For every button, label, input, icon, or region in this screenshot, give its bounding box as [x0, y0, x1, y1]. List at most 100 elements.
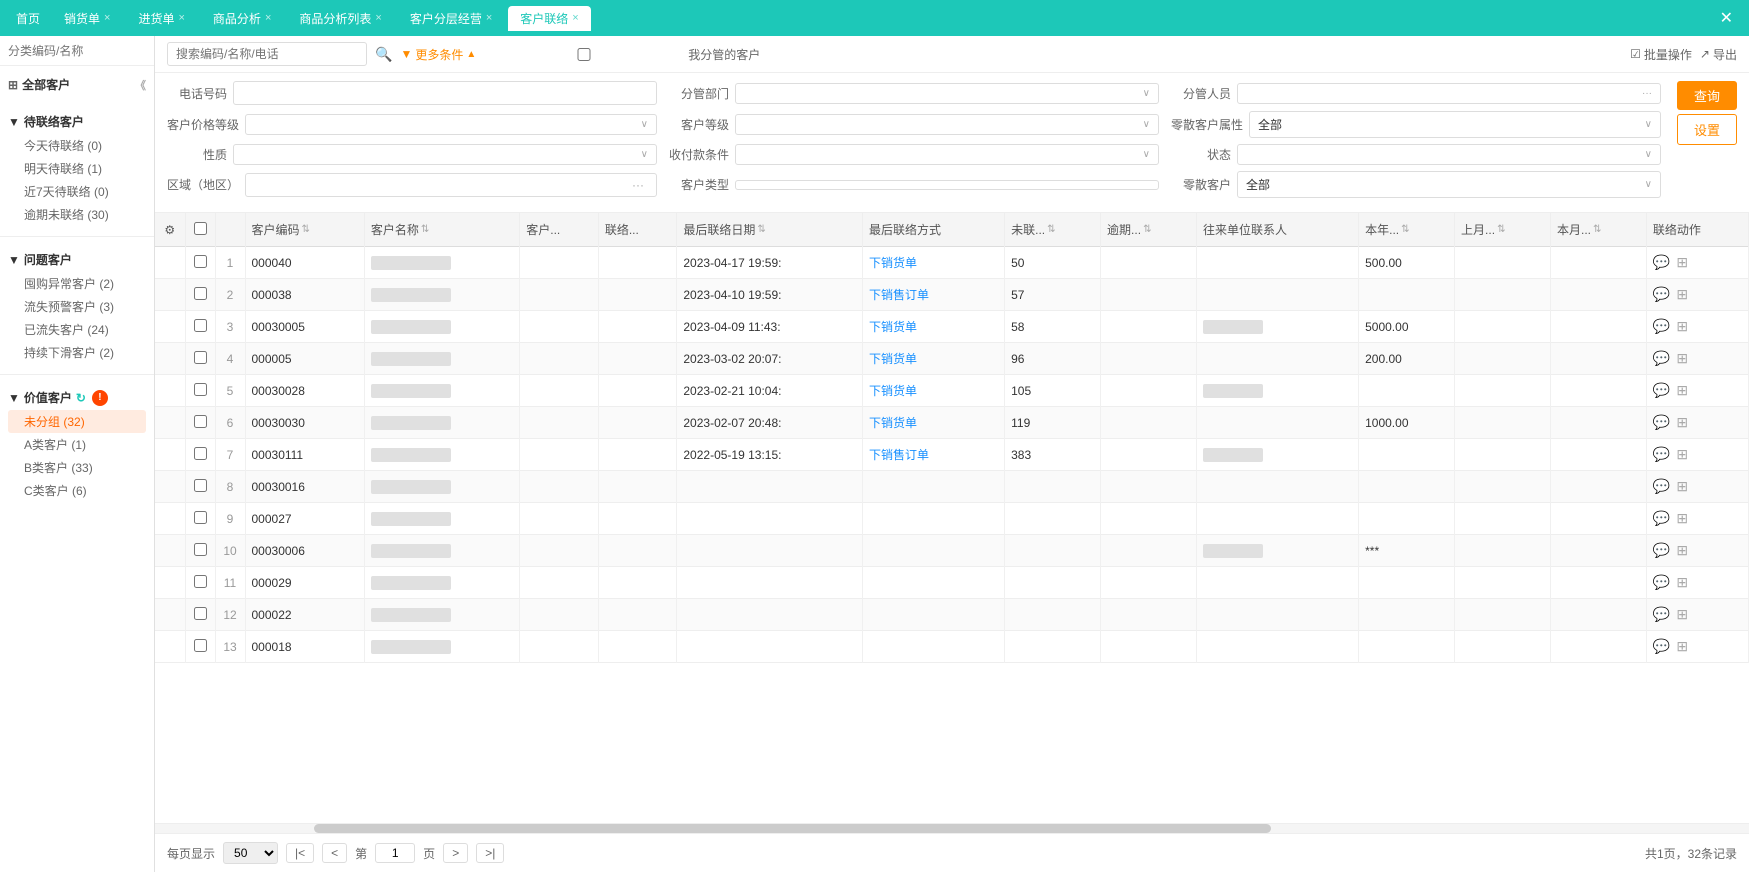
contact-type-link[interactable]: 下销货单	[869, 352, 917, 366]
grid-action-icon[interactable]: ⊞	[1676, 414, 1688, 431]
sidebar-item-ungroups[interactable]: 未分组 (32)	[8, 410, 146, 433]
col-last-month[interactable]: 上月... ⇅	[1455, 213, 1551, 247]
per-page-select[interactable]: 50 20 100	[223, 842, 278, 864]
close-product-analysis-tab[interactable]: ×	[265, 12, 271, 24]
sidebar-item-class-c[interactable]: C类客户 (6)	[8, 479, 146, 502]
sidebar-item-loss-warning[interactable]: 流失预警客户 (3)	[8, 295, 146, 318]
tab-product-list[interactable]: 商品分析列表 ×	[287, 6, 393, 31]
tab-home[interactable]: 首页	[8, 6, 48, 31]
sidebar-item-class-a[interactable]: A类客户 (1)	[8, 433, 146, 456]
col-name[interactable]: 客户名称 ⇅	[364, 213, 519, 247]
message-action-icon[interactable]: 💬	[1653, 574, 1670, 591]
row-checkbox[interactable]	[194, 287, 207, 300]
next-page-button[interactable]: >	[443, 843, 468, 863]
status-select[interactable]: ∨	[1237, 144, 1661, 165]
sidebar-item-lost[interactable]: 已流失客户 (24)	[8, 318, 146, 341]
close-purchase-tab[interactable]: ×	[178, 12, 184, 24]
row-checkbox[interactable]	[194, 511, 207, 524]
row-checkbox[interactable]	[194, 255, 207, 268]
my-customers-checkbox[interactable]	[484, 48, 684, 61]
nature-select[interactable]: ∨	[233, 144, 657, 165]
refresh-icon[interactable]: ↻	[76, 391, 86, 405]
export-button[interactable]: ↗ 导出	[1700, 46, 1737, 63]
select-all-checkbox[interactable]	[194, 222, 207, 235]
query-button[interactable]: 查询	[1677, 81, 1737, 110]
grid-action-icon[interactable]: ⊞	[1676, 574, 1688, 591]
grid-action-icon[interactable]: ⊞	[1676, 286, 1688, 303]
tab-customer-contact[interactable]: 客户联络 ×	[508, 6, 590, 31]
close-product-list-tab[interactable]: ×	[375, 12, 381, 24]
tab-customer-tier[interactable]: 客户分层经营 ×	[398, 6, 504, 31]
problem-customers-header[interactable]: ▼ 问题客户	[8, 247, 146, 272]
sidebar-item-declining[interactable]: 持续下滑客户 (2)	[8, 341, 146, 364]
col-days-no-contact[interactable]: 未联... ⇅	[1005, 213, 1101, 247]
row-checkbox[interactable]	[194, 607, 207, 620]
message-action-icon[interactable]: 💬	[1653, 446, 1670, 463]
grid-action-icon[interactable]: ⊞	[1676, 318, 1688, 335]
region-more-icon[interactable]: ···	[628, 178, 648, 192]
row-checkbox[interactable]	[194, 447, 207, 460]
col-code[interactable]: 客户编码 ⇅	[245, 213, 364, 247]
sidebar-item-abnormal[interactable]: 囤购异常客户 (2)	[8, 272, 146, 295]
region-select[interactable]: ···	[245, 173, 657, 197]
message-action-icon[interactable]: 💬	[1653, 542, 1670, 559]
message-action-icon[interactable]: 💬	[1653, 606, 1670, 623]
close-customer-contact-tab[interactable]: ×	[572, 12, 578, 24]
row-checkbox[interactable]	[194, 639, 207, 652]
horizontal-scrollbar[interactable]	[155, 823, 1749, 833]
retail-customer-select[interactable]: 全部 ∨	[1237, 171, 1661, 198]
pending-contact-header[interactable]: ▼ 待联络客户	[8, 109, 146, 134]
contact-type-link[interactable]: 下销货单	[869, 384, 917, 398]
customer-type-select[interactable]	[735, 180, 1159, 190]
tab-sales[interactable]: 销货单 ×	[52, 6, 122, 31]
close-sales-tab[interactable]: ×	[104, 12, 110, 24]
row-checkbox[interactable]	[194, 383, 207, 396]
grid-action-icon[interactable]: ⊞	[1676, 382, 1688, 399]
grid-action-icon[interactable]: ⊞	[1676, 542, 1688, 559]
row-checkbox[interactable]	[194, 575, 207, 588]
sidebar-item-tomorrow[interactable]: 明天待联络 (1)	[8, 157, 146, 180]
bulk-operations-button[interactable]: ☑ 批量操作	[1630, 46, 1692, 63]
contact-type-link[interactable]: 下销货单	[869, 320, 917, 334]
search-input[interactable]	[167, 42, 367, 66]
row-checkbox[interactable]	[194, 543, 207, 556]
message-action-icon[interactable]: 💬	[1653, 286, 1670, 303]
tab-purchase[interactable]: 进货单 ×	[126, 6, 196, 31]
manager-select[interactable]: ···	[1237, 83, 1661, 104]
contact-type-link[interactable]: 下销货单	[869, 256, 917, 270]
contact-type-link[interactable]: 下销售订单	[869, 288, 929, 302]
price-level-select[interactable]: ∨	[245, 114, 657, 135]
row-checkbox[interactable]	[194, 319, 207, 332]
sidebar-item-today[interactable]: 今天待联络 (0)	[8, 134, 146, 157]
grid-action-icon[interactable]: ⊞	[1676, 638, 1688, 655]
row-checkbox[interactable]	[194, 351, 207, 364]
message-action-icon[interactable]: 💬	[1653, 510, 1670, 527]
grid-action-icon[interactable]: ⊞	[1676, 510, 1688, 527]
scrollbar-thumb[interactable]	[314, 824, 1270, 833]
grid-action-icon[interactable]: ⊞	[1676, 254, 1688, 271]
row-checkbox[interactable]	[194, 479, 207, 492]
sidebar-item-7days[interactable]: 近7天待联络 (0)	[8, 180, 146, 203]
message-action-icon[interactable]: 💬	[1653, 254, 1670, 271]
search-button[interactable]: 🔍	[375, 46, 392, 63]
message-action-icon[interactable]: 💬	[1653, 318, 1670, 335]
sidebar-item-class-b[interactable]: B类客户 (33)	[8, 456, 146, 479]
page-number-input[interactable]	[375, 843, 415, 863]
reset-button[interactable]: 设置	[1677, 114, 1737, 145]
col-last-contact-type[interactable]: 最后联络方式	[863, 213, 1005, 247]
sidebar-item-overdue[interactable]: 逾期未联络 (30)	[8, 203, 146, 226]
payment-terms-select[interactable]: ∨	[735, 144, 1159, 165]
dept-select[interactable]: ∨	[735, 83, 1159, 104]
grid-action-icon[interactable]: ⊞	[1676, 478, 1688, 495]
value-customers-header[interactable]: ▼ 价值客户 ↻ !	[8, 385, 146, 410]
message-action-icon[interactable]: 💬	[1653, 350, 1670, 367]
phone-input[interactable]	[233, 81, 657, 105]
contact-type-link[interactable]: 下销售订单	[869, 448, 929, 462]
col-overdue[interactable]: 逾期... ⇅	[1101, 213, 1197, 247]
grid-action-icon[interactable]: ⊞	[1676, 350, 1688, 367]
customer-level-select[interactable]: ∨	[735, 114, 1159, 135]
window-close-button[interactable]: ✕	[1712, 8, 1741, 28]
grid-action-icon[interactable]: ⊞	[1676, 606, 1688, 623]
message-action-icon[interactable]: 💬	[1653, 382, 1670, 399]
col-type[interactable]: 客户...	[520, 213, 599, 247]
